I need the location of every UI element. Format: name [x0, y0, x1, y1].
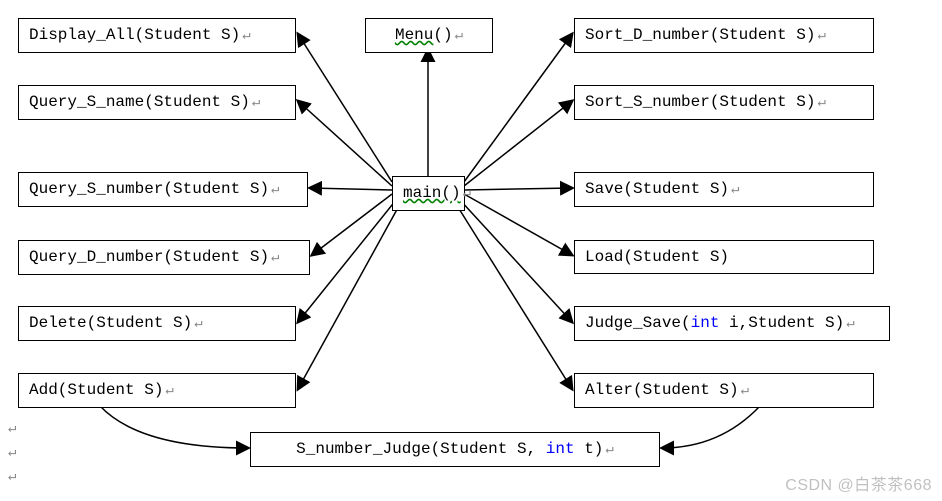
return-marker: ↵ — [192, 316, 202, 332]
return-marker: ↵ — [844, 316, 854, 332]
node-main: main()↵ — [392, 176, 465, 211]
margin-return-marker: ↵ — [6, 420, 16, 437]
node-s-number-judge: S_number_Judge(Student S, int t)↵ — [250, 432, 660, 467]
node-alter: Alter(Student S)↵ — [574, 373, 874, 408]
watermark: CSDN @白茶茶668 — [785, 471, 932, 495]
node-label: Alter(Student S) — [585, 381, 739, 399]
return-marker: ↵ — [729, 182, 739, 198]
node-sort-s-number: Sort_S_number(Student S)↵ — [574, 85, 874, 120]
node-label: Sort_S_number(Student S) — [585, 93, 815, 111]
node-load: Load(Student S) — [574, 240, 874, 274]
node-label: Sort_D_number(Student S) — [585, 26, 815, 44]
margin-return-marker: ↵ — [6, 468, 16, 485]
node-sort-d-number: Sort_D_number(Student S)↵ — [574, 18, 874, 53]
return-marker: ↵ — [815, 95, 825, 111]
return-marker: ↵ — [269, 250, 279, 266]
node-query-s-name: Query_S_name(Student S)↵ — [18, 85, 296, 120]
node-add: Add(Student S)↵ — [18, 373, 296, 408]
return-marker: ↵ — [453, 28, 463, 44]
node-query-s-number: Query_S_number(Student S)↵ — [18, 172, 308, 207]
return-marker: ↵ — [269, 182, 279, 198]
return-marker: ↵ — [461, 186, 471, 202]
node-save: Save(Student S)↵ — [574, 172, 874, 207]
node-judge-save: Judge_Save(int i,Student S)↵ — [574, 306, 890, 341]
node-label: Display_All(Student S) — [29, 26, 240, 44]
node-label: Load(Student S) — [585, 248, 729, 266]
margin-return-marker: ↵ — [6, 444, 16, 461]
node-menu-label: Menu() — [395, 26, 453, 44]
node-display-all: Display_All(Student S)↵ — [18, 18, 296, 53]
return-marker: ↵ — [240, 28, 250, 44]
node-label: Judge_Save(int i,Student S) — [585, 314, 844, 332]
node-menu: Menu()↵ — [365, 18, 493, 53]
node-label: Query_S_number(Student S) — [29, 180, 269, 198]
return-marker: ↵ — [163, 383, 173, 399]
return-marker: ↵ — [250, 95, 260, 111]
return-marker: ↵ — [815, 28, 825, 44]
node-delete: Delete(Student S)↵ — [18, 306, 296, 341]
node-label: Query_S_name(Student S) — [29, 93, 250, 111]
node-label: Add(Student S) — [29, 381, 163, 399]
node-label: Delete(Student S) — [29, 314, 192, 332]
node-main-label: main() — [403, 184, 461, 202]
return-marker: ↵ — [739, 383, 749, 399]
node-label: Query_D_number(Student S) — [29, 248, 269, 266]
node-query-d-number: Query_D_number(Student S)↵ — [18, 240, 310, 275]
node-label: S_number_Judge(Student S, int t) — [296, 440, 603, 458]
node-label: Save(Student S) — [585, 180, 729, 198]
return-marker: ↵ — [603, 442, 613, 458]
